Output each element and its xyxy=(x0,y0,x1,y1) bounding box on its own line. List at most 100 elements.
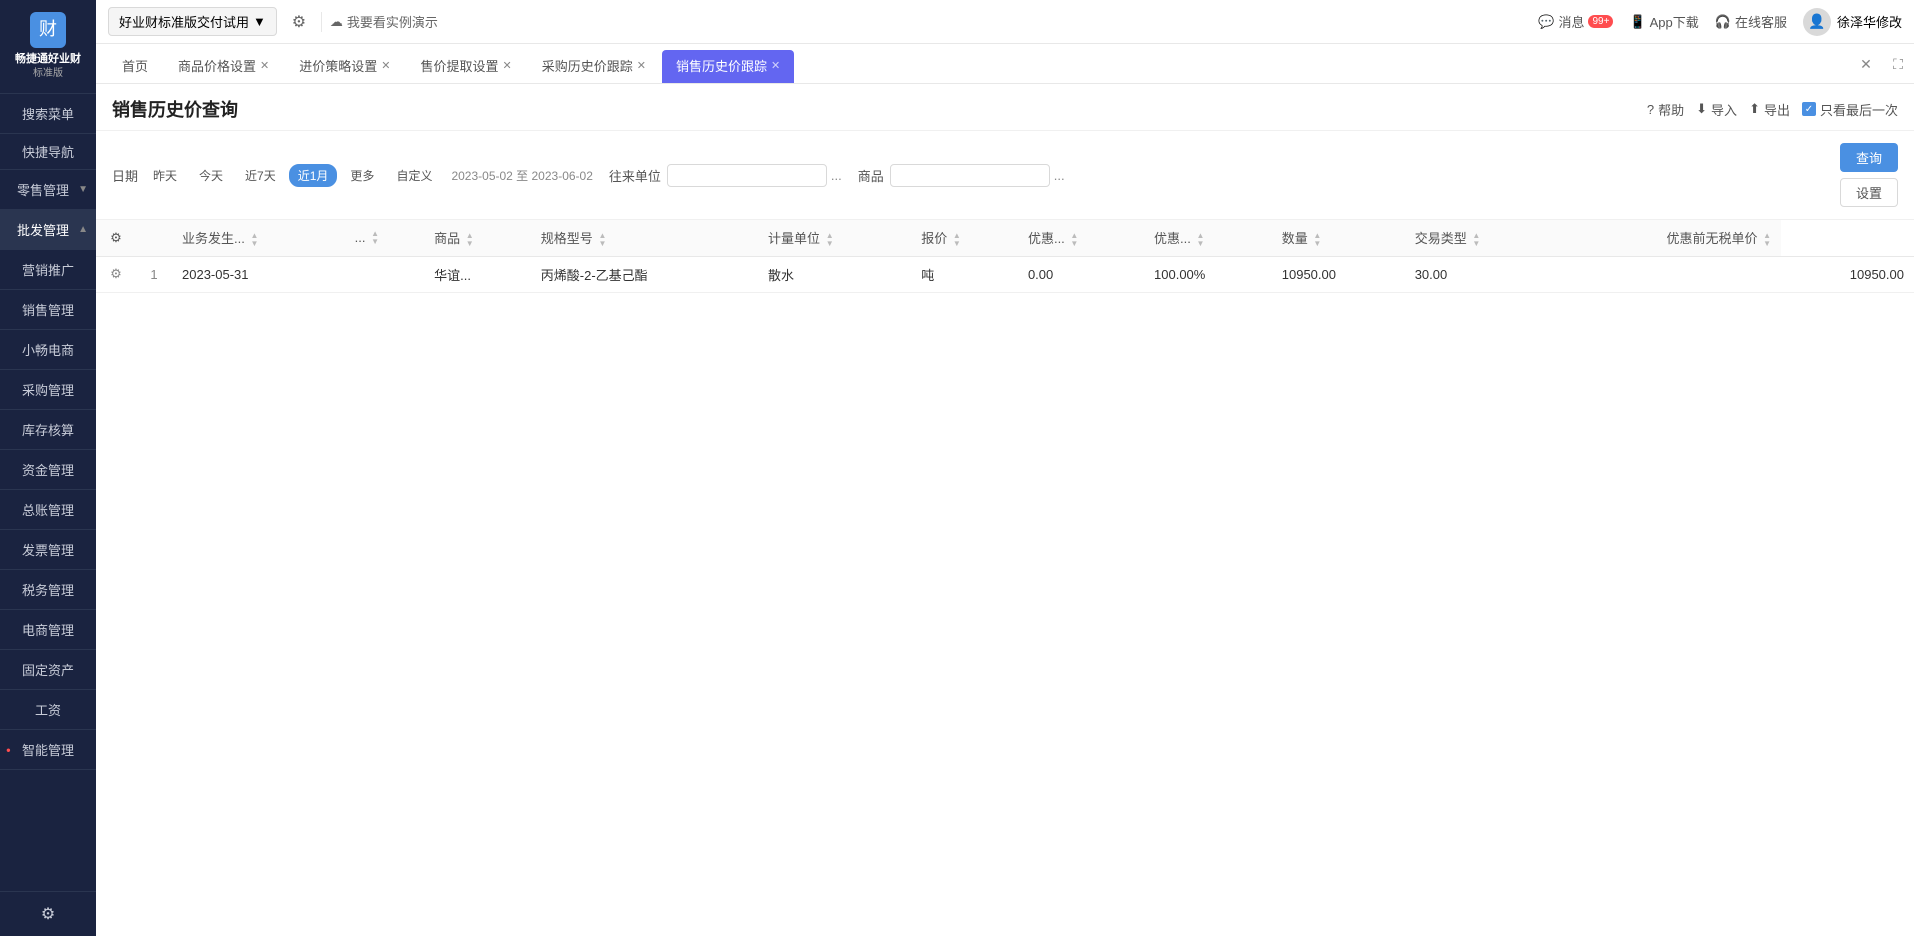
chevron-up-icon: ▲ xyxy=(78,224,88,235)
sidebar-item-fixed-assets[interactable]: 固定资产 xyxy=(0,650,96,690)
tab-price-setting-label: 商品价格设置 xyxy=(178,56,256,75)
date-btn-yesterday[interactable]: 昨天 xyxy=(144,164,186,187)
sidebar-quicknav[interactable]: 快捷导航 xyxy=(0,134,96,170)
th-discount-pct[interactable]: 优惠... ▲▼ xyxy=(1018,220,1144,256)
message-label: 消息 xyxy=(1558,12,1584,31)
tab-purchase-history[interactable]: 采购历史价跟踪 ✕ xyxy=(528,50,660,83)
tab-sales-history[interactable]: 销售历史价跟踪 ✕ xyxy=(662,50,794,83)
th-date[interactable]: 业务发生... ▲▼ xyxy=(172,220,345,256)
th-settings: ⚙ xyxy=(96,220,136,256)
sort-icon: ▲▼ xyxy=(250,232,258,248)
sidebar-item-ecommerce-small-label: 小畅电商 xyxy=(8,340,88,359)
row-quantity-cell: 30.00 xyxy=(1405,256,1558,292)
row-settings-icon[interactable]: ⚙ xyxy=(110,266,122,281)
date-btn-today[interactable]: 今天 xyxy=(190,164,232,187)
tab-home[interactable]: 首页 xyxy=(108,50,162,83)
close-icon[interactable]: ✕ xyxy=(637,59,646,72)
sidebar-item-ecommerce-label: 电商管理 xyxy=(8,620,88,639)
page-title: 销售历史价查询 xyxy=(112,96,238,122)
settings-button[interactable]: 设置 xyxy=(1840,178,1898,207)
tab-sale-extract[interactable]: 售价提取设置 ✕ xyxy=(406,50,525,83)
th-price[interactable]: 报价 ▲▼ xyxy=(911,220,1018,256)
sidebar-search[interactable]: 搜索菜单 xyxy=(0,94,96,134)
customer-service-button[interactable]: 🎧 在线客服 xyxy=(1715,12,1787,31)
sort-icon: ▲▼ xyxy=(1763,232,1771,248)
th-quantity[interactable]: 数量 ▲▼ xyxy=(1272,220,1405,256)
sidebar-settings-button[interactable]: ⚙ xyxy=(0,891,96,936)
close-icon[interactable]: ✕ xyxy=(260,59,269,72)
maximize-window-button[interactable]: ⛶ xyxy=(1882,48,1914,80)
sidebar-item-accounting[interactable]: 总账管理 xyxy=(0,490,96,530)
topbar-right: 💬 消息 99+ 📱 App下载 🎧 在线客服 👤 徐泽华修改 xyxy=(1538,8,1902,36)
sidebar-item-ecommerce-small[interactable]: 小畅电商 xyxy=(0,330,96,370)
sidebar-item-retail-label: 零售管理 xyxy=(8,180,78,199)
sidebar-item-wholesale[interactable]: 批发管理 ▲ xyxy=(0,210,96,250)
th-txn-type[interactable]: 交易类型 ▲▼ xyxy=(1405,220,1558,256)
app-label: App下载 xyxy=(1650,12,1699,31)
tab-price-setting[interactable]: 商品价格设置 ✕ xyxy=(164,50,283,83)
th-discount-amt[interactable]: 优惠... ▲▼ xyxy=(1144,220,1272,256)
export-button[interactable]: ⬆ 导出 xyxy=(1749,100,1790,119)
help-button[interactable]: ? 帮助 xyxy=(1647,100,1684,119)
close-icon[interactable]: ✕ xyxy=(503,59,512,72)
query-button[interactable]: 查询 xyxy=(1840,143,1898,172)
product-more-button[interactable]: ... xyxy=(1054,168,1065,183)
customer-more-button[interactable]: ... xyxy=(831,168,842,183)
sidebar-item-purchase[interactable]: 采购管理 xyxy=(0,370,96,410)
th-more-cols[interactable]: ... ▲▼ xyxy=(345,220,425,256)
close-window-button[interactable]: ✕ xyxy=(1850,48,1882,80)
th-unit[interactable]: 计量单位 ▲▼ xyxy=(758,220,911,256)
close-icon[interactable]: ✕ xyxy=(381,59,390,72)
sidebar-item-tax-label: 税务管理 xyxy=(8,580,88,599)
date-btn-1month[interactable]: 近1月 xyxy=(289,164,338,187)
sidebar-item-inventory-label: 库存核算 xyxy=(8,420,88,439)
sidebar-item-ecommerce[interactable]: 电商管理 xyxy=(0,610,96,650)
row-settings-cell[interactable]: ⚙ xyxy=(96,256,136,292)
th-quantity-label: 数量 xyxy=(1282,231,1308,246)
product-input[interactable] xyxy=(890,164,1050,187)
sidebar-item-finance-label: 资金管理 xyxy=(8,460,88,479)
data-table: ⚙ 业务发生... ▲▼ ... ▲▼ 商品 ▲▼ xyxy=(96,220,1914,293)
service-label: 在线客服 xyxy=(1735,12,1787,31)
date-btn-custom[interactable]: 自定义 xyxy=(387,164,441,187)
th-spec[interactable]: 规格型号 ▲▼ xyxy=(531,220,758,256)
date-range-display: 2023-05-02 至 2023-06-02 xyxy=(451,167,592,184)
message-button[interactable]: 💬 消息 99+ xyxy=(1538,12,1613,31)
app-download-button[interactable]: 📱 App下载 xyxy=(1629,12,1698,31)
chevron-down-icon: ▼ xyxy=(253,14,266,29)
demo-button[interactable]: ☁ 我要看实例演示 xyxy=(330,12,438,31)
sidebar-item-invoice[interactable]: 发票管理 xyxy=(0,530,96,570)
tab-purchase-strategy[interactable]: 进价策略设置 ✕ xyxy=(285,50,404,83)
sort-icon: ▲▼ xyxy=(953,232,961,248)
only-last-checkbox[interactable]: ✓ 只看最后一次 xyxy=(1802,100,1898,119)
customer-filter-group: 往来单位 ... xyxy=(609,164,842,187)
date-btn-more[interactable]: 更多 xyxy=(341,164,383,187)
customer-input[interactable] xyxy=(667,164,827,187)
version-selector[interactable]: 好业财标准版交付试用 ▼ xyxy=(108,7,277,36)
cloud-icon: ☁ xyxy=(330,14,343,30)
sidebar-item-tax[interactable]: 税务管理 xyxy=(0,570,96,610)
sidebar-item-smart[interactable]: ● 智能管理 xyxy=(0,730,96,770)
user-info[interactable]: 👤 徐泽华修改 xyxy=(1803,8,1902,36)
sidebar-item-finance[interactable]: 资金管理 xyxy=(0,450,96,490)
tab-sale-extract-label: 售价提取设置 xyxy=(420,56,498,75)
date-btn-7days[interactable]: 近7天 xyxy=(236,164,285,187)
sidebar-item-retail[interactable]: 零售管理 ▼ xyxy=(0,170,96,210)
sidebar-item-sales[interactable]: 销售管理 xyxy=(0,290,96,330)
th-product[interactable]: 商品 ▲▼ xyxy=(424,220,531,256)
sidebar-item-inventory[interactable]: 库存核算 xyxy=(0,410,96,450)
row-txn-type-cell xyxy=(1558,256,1781,292)
row-pretax-price-cell: 10950.00 xyxy=(1781,256,1914,292)
topbar-settings-button[interactable]: ⚙ xyxy=(285,8,313,36)
row-discount-pct-cell: 100.00% xyxy=(1144,256,1272,292)
sidebar-item-marketing[interactable]: 营销推广 xyxy=(0,250,96,290)
close-icon[interactable]: ✕ xyxy=(771,59,780,72)
help-icon: ? xyxy=(1647,102,1654,117)
table-row: ⚙ 1 2023-05-31 华谊... 丙烯酸-2-乙基己酯 散水 吨 0.0… xyxy=(96,256,1914,292)
sidebar-item-payroll[interactable]: 工资 xyxy=(0,690,96,730)
sidebar-item-smart-label: 智能管理 xyxy=(8,740,88,759)
import-button[interactable]: ⬇ 导入 xyxy=(1696,100,1737,119)
table-settings-icon[interactable]: ⚙ xyxy=(110,230,122,245)
row-unit-cell: 散水 xyxy=(758,256,911,292)
th-pretax-price[interactable]: 优惠前无税单价 ▲▼ xyxy=(1558,220,1781,256)
